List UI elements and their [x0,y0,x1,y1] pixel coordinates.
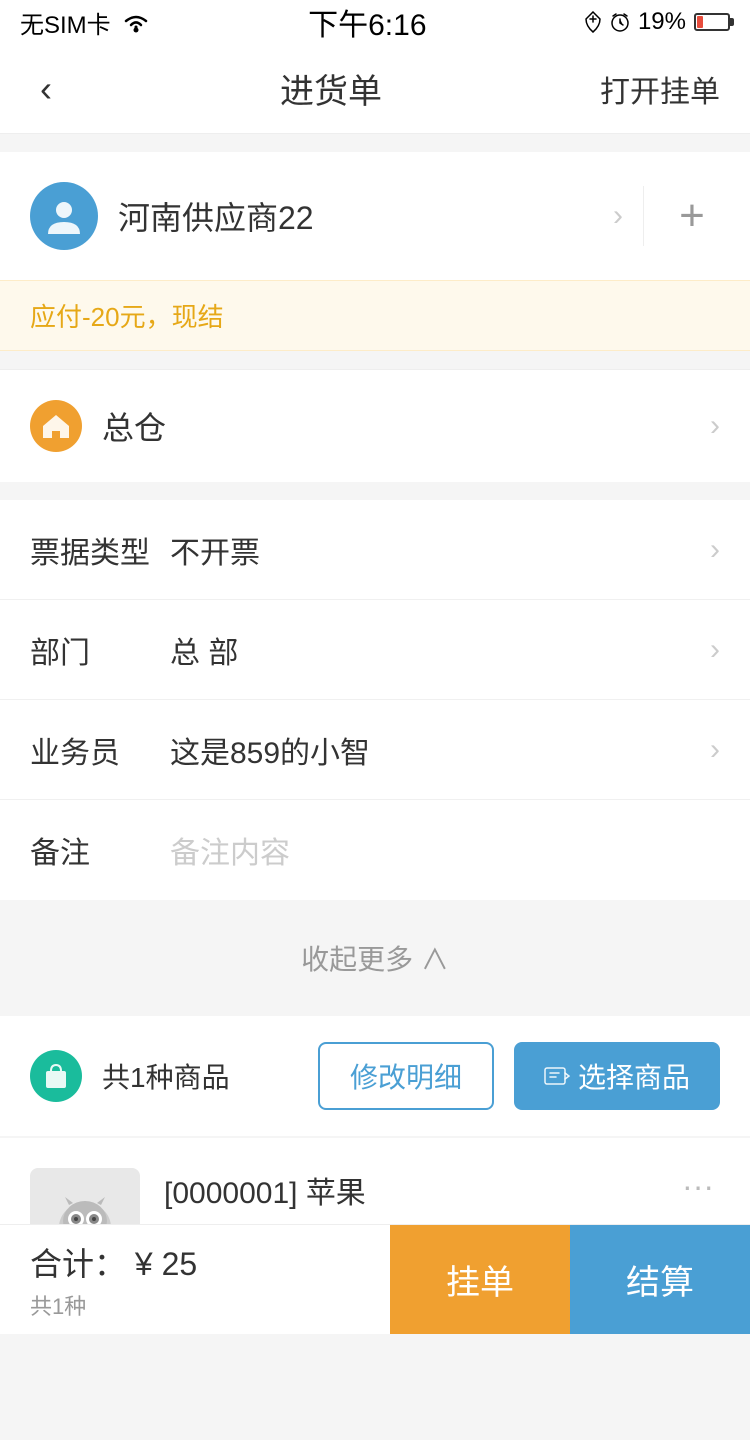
product-more-button[interactable]: ··· [676,1168,720,1205]
battery-percent: 19% [638,8,686,36]
total-section: 合计： ¥ 25 共1种 [0,1225,390,1334]
product-name: [0000001] 苹果 [164,1168,652,1212]
salesman-row[interactable]: 业务员 这是859的小智 › [0,700,750,800]
supplier-avatar [30,182,98,250]
status-bar: 无SIM卡 下午6:16 19% [0,0,750,44]
total-amount: 合计： ¥ 25 [30,1239,360,1285]
remark-label: 备注 [30,828,150,872]
product-count-icon [30,1050,82,1102]
supplier-name: 河南供应商22 [118,193,613,239]
open-hang-button[interactable]: 打开挂单 [600,67,720,111]
status-left: 无SIM卡 [20,5,151,40]
department-chevron-icon: › [710,633,720,667]
salesman-value: 这是859的小智 [150,728,710,772]
department-label: 部门 [30,628,150,672]
warehouse-chevron-icon: › [710,409,720,443]
remark-placeholder: 备注内容 [150,828,720,872]
nav-bar: ‹ 进货单 打开挂单 [0,44,750,134]
remark-row[interactable]: 备注 备注内容 [0,800,750,900]
warehouse-name: 总仓 [102,403,710,449]
supplier-chevron-icon: › [613,199,623,233]
form-card: 票据类型 不开票 › 部门 总 部 › 业务员 这是859的小智 › 备注 备注… [0,500,750,900]
add-supplier-button[interactable]: + [664,188,720,244]
department-row[interactable]: 部门 总 部 › [0,600,750,700]
settle-button[interactable]: 结算 [570,1225,750,1334]
alarm-icon [610,11,630,33]
department-value: 总 部 [150,628,710,672]
location-icon [584,11,602,33]
status-right: 19% [584,8,730,36]
invoice-type-value: 不开票 [150,528,710,572]
salesman-chevron-icon: › [710,733,720,767]
edit-detail-button[interactable]: 修改明细 [318,1042,494,1110]
supplier-divider [643,186,644,246]
invoice-chevron-icon: › [710,533,720,567]
product-code: [0000001] [164,1177,297,1210]
bag-icon [41,1061,71,1091]
status-time: 下午6:16 [308,0,426,44]
bottom-bar: 合计： ¥ 25 共1种 挂单 结算 [0,1224,750,1334]
total-count: 共1种 [30,1289,360,1321]
select-product-label: 选择商品 [578,1056,690,1096]
back-button[interactable]: ‹ [30,58,62,120]
total-label: 合计： [30,1246,126,1282]
person-icon [44,196,84,236]
collapse-button[interactable]: 收起更多 ∧ [0,918,750,998]
select-product-icon [544,1065,570,1087]
invoice-type-row[interactable]: 票据类型 不开票 › [0,500,750,600]
warehouse-card[interactable]: 总仓 › [0,369,750,482]
supplier-row[interactable]: 河南供应商22 › + [0,152,750,280]
product-count-text: 共1种商品 [102,1056,298,1096]
battery-icon [694,13,730,31]
supplier-card: 河南供应商22 › + 应付-20元，现结 [0,152,750,351]
invoice-type-label: 票据类型 [30,528,150,572]
hang-button[interactable]: 挂单 [390,1225,570,1334]
page-title: 进货单 [280,64,382,113]
product-header: 共1种商品 修改明细 选择商品 [0,1016,750,1136]
total-value: ¥ 25 [135,1246,197,1282]
warehouse-row[interactable]: 总仓 › [0,369,750,482]
product-name-text: 苹果 [306,1177,366,1210]
carrier-text: 无SIM卡 [20,5,111,40]
wifi-icon [121,11,151,33]
home-icon [41,412,71,440]
salesman-label: 业务员 [30,728,150,772]
warehouse-icon [30,400,82,452]
warning-banner: 应付-20元，现结 [0,280,750,351]
separator-top [0,134,750,152]
select-product-button[interactable]: 选择商品 [514,1042,720,1110]
